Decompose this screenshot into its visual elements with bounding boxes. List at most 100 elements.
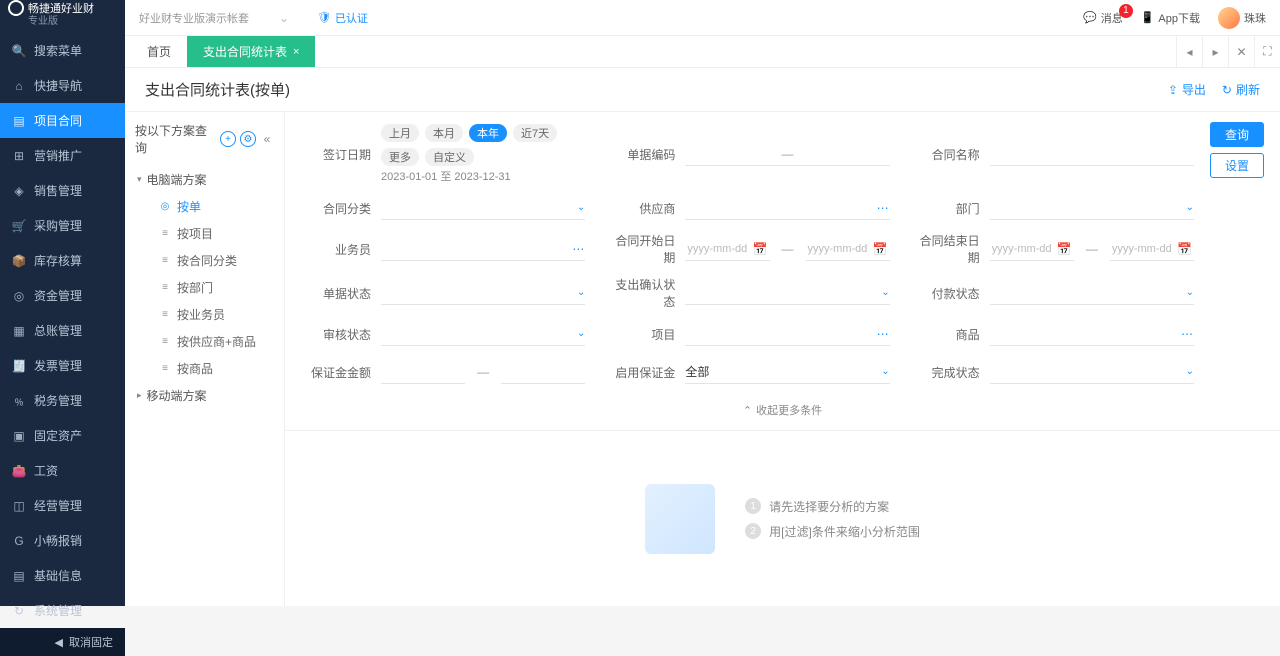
date-chip-custom[interactable]: 自定义	[425, 148, 474, 166]
sidebar-contract[interactable]: ▤项目合同	[0, 103, 125, 138]
input-contract-name[interactable]	[990, 142, 1194, 166]
date-start-to[interactable]: yyyy-mm-dd📅	[806, 237, 890, 261]
tree-leaf-bill[interactable]: ◎按单	[131, 193, 278, 220]
chart-icon: ◫	[12, 499, 26, 513]
tab-active[interactable]: 支出合同统计表×	[187, 36, 315, 67]
label-confirm-status: 支出确认状态	[605, 276, 675, 310]
topbar-download[interactable]: 📱App下载	[1141, 10, 1200, 26]
date-range-text: 2023-01-01 至 2023-12-31	[381, 168, 585, 184]
sidebar-report[interactable]: G小畅报销	[0, 523, 125, 558]
close-icon[interactable]: ×	[293, 46, 299, 58]
tree-leaf-supplier[interactable]: ≡按供应商+商品	[131, 328, 278, 355]
setting-button[interactable]: 设置	[1210, 153, 1264, 178]
sidebar-basicinfo[interactable]: ▤基础信息	[0, 558, 125, 593]
chevron-down-icon: ▾	[137, 174, 142, 185]
select-audit-status[interactable]: ⌄	[381, 322, 585, 346]
cart-icon: 🛒	[12, 219, 26, 233]
side-label: 基础信息	[34, 567, 82, 584]
tab-home[interactable]: 首页	[131, 36, 187, 67]
org-selector[interactable]: 好业财专业版演示帐套	[139, 10, 249, 26]
picker-salesman[interactable]: ⋯	[381, 237, 585, 261]
tabs-next[interactable]: ▸	[1202, 36, 1228, 67]
sidebar-unpin[interactable]: ◀取消固定	[0, 628, 125, 656]
date-chip-more[interactable]: 更多	[381, 148, 419, 166]
tree-group-pc[interactable]: ▾电脑端方案	[131, 166, 278, 193]
more-icon: ⋯	[572, 242, 585, 256]
sidebar-purchase[interactable]: 🛒 采购管理	[0, 208, 125, 243]
tree-leaf-sales[interactable]: ≡按业务员	[131, 301, 278, 328]
select-dept[interactable]: ⌄	[990, 196, 1194, 220]
tabs-fullscreen[interactable]: ⛶	[1254, 36, 1280, 67]
calendar-icon: 📅	[1177, 242, 1192, 256]
sidebar-operation[interactable]: ◫经营管理	[0, 488, 125, 523]
topbar-user[interactable]: 珠珠	[1218, 7, 1266, 29]
chart-icon: ≡	[159, 255, 171, 267]
sidebar-invoice[interactable]: 🧾发票管理	[0, 348, 125, 383]
tree-leaf-project[interactable]: ≡按项目	[131, 220, 278, 247]
chevron-down-icon: ⌄	[1186, 366, 1194, 377]
message-icon: 💬	[1083, 11, 1097, 24]
sidebar-marketing[interactable]: ⊞营销推广	[0, 138, 125, 173]
collapse-filters[interactable]: ⌃收起更多条件	[743, 402, 822, 418]
select-pay-status[interactable]: ⌄	[990, 281, 1194, 305]
topbar-messages[interactable]: 💬消息1	[1083, 10, 1123, 26]
sidebar-funds[interactable]: ◎资金管理	[0, 278, 125, 313]
chevron-down-icon: ⌄	[1186, 202, 1194, 213]
select-bill-status[interactable]: ⌄	[381, 281, 585, 305]
select-confirm-status[interactable]: ⌄	[685, 281, 889, 305]
input-deposit-to[interactable]	[501, 360, 585, 384]
invoice-icon: 🧾	[12, 359, 26, 373]
select-contract-class[interactable]: ⌄	[381, 196, 585, 220]
more-icon: ⋯	[877, 327, 890, 341]
date-chip-thismonth[interactable]: 本月	[425, 124, 463, 142]
tabs-close-all[interactable]: ✕	[1228, 36, 1254, 67]
date-start-from[interactable]: yyyy-mm-dd📅	[685, 237, 769, 261]
export-button[interactable]: ⇪导出	[1168, 81, 1206, 98]
label-contract-class: 合同分类	[301, 200, 371, 217]
calendar-icon: 📅	[1057, 242, 1072, 256]
side-label: 搜索菜单	[34, 42, 82, 59]
ledger-icon: ▦	[12, 324, 26, 338]
tree-collapse-button[interactable]: «	[260, 132, 274, 146]
label-audit-status: 审核状态	[301, 326, 371, 343]
picker-project[interactable]: ⋯	[685, 322, 889, 346]
label-pay-status: 付款状态	[910, 285, 980, 302]
select-use-deposit[interactable]: 全部⌄	[685, 360, 889, 384]
sidebar-stock[interactable]: 📦库存核算	[0, 243, 125, 278]
tree-group-mobile[interactable]: ▸移动端方案	[131, 382, 278, 409]
side-label: 系统管理	[34, 602, 82, 619]
picker-product[interactable]: ⋯	[990, 322, 1194, 346]
refresh-button[interactable]: ↻刷新	[1222, 81, 1260, 98]
side-label: 销售管理	[34, 182, 82, 199]
input-billno[interactable]: —	[685, 142, 889, 166]
chevron-down-icon[interactable]: ⌄	[279, 11, 289, 25]
label-start-date: 合同开始日期	[605, 232, 675, 266]
side-label: 采购管理	[34, 217, 82, 234]
tree-leaf-dept[interactable]: ≡按部门	[131, 274, 278, 301]
sidebar-ledger[interactable]: ▦总账管理	[0, 313, 125, 348]
chevron-right-icon: ▸	[137, 390, 142, 401]
sidebar-tax[interactable]: ﹪税务管理	[0, 383, 125, 418]
tree-leaf-class[interactable]: ≡按合同分类	[131, 247, 278, 274]
sidebar-system[interactable]: ↻系统管理	[0, 593, 125, 628]
sidebar-salary[interactable]: 👛工资	[0, 453, 125, 488]
side-label: 固定资产	[34, 427, 82, 444]
date-end-from[interactable]: yyyy-mm-dd📅	[990, 237, 1074, 261]
date-end-to[interactable]: yyyy-mm-dd📅	[1110, 237, 1194, 261]
input-deposit-from[interactable]	[381, 360, 465, 384]
select-done-status[interactable]: ⌄	[990, 360, 1194, 384]
tree-setting-button[interactable]: ⚙	[240, 131, 256, 147]
chart-icon: ≡	[159, 228, 171, 240]
sidebar-quicknav[interactable]: ⌂快捷导航	[0, 68, 125, 103]
tabs-prev[interactable]: ◂	[1176, 36, 1202, 67]
date-chip-thisyear[interactable]: 本年	[469, 124, 507, 142]
date-chip-lastmonth[interactable]: 上月	[381, 124, 419, 142]
sidebar-search[interactable]: 🔍搜索菜单	[0, 33, 125, 68]
query-button[interactable]: 查询	[1210, 122, 1264, 147]
sidebar-sales[interactable]: ◈销售管理	[0, 173, 125, 208]
tree-leaf-product[interactable]: ≡按商品	[131, 355, 278, 382]
picker-supplier[interactable]: ⋯	[685, 196, 889, 220]
tree-add-button[interactable]: +	[220, 131, 236, 147]
date-chip-7days[interactable]: 近7天	[513, 124, 557, 142]
sidebar-assets[interactable]: ▣固定资产	[0, 418, 125, 453]
